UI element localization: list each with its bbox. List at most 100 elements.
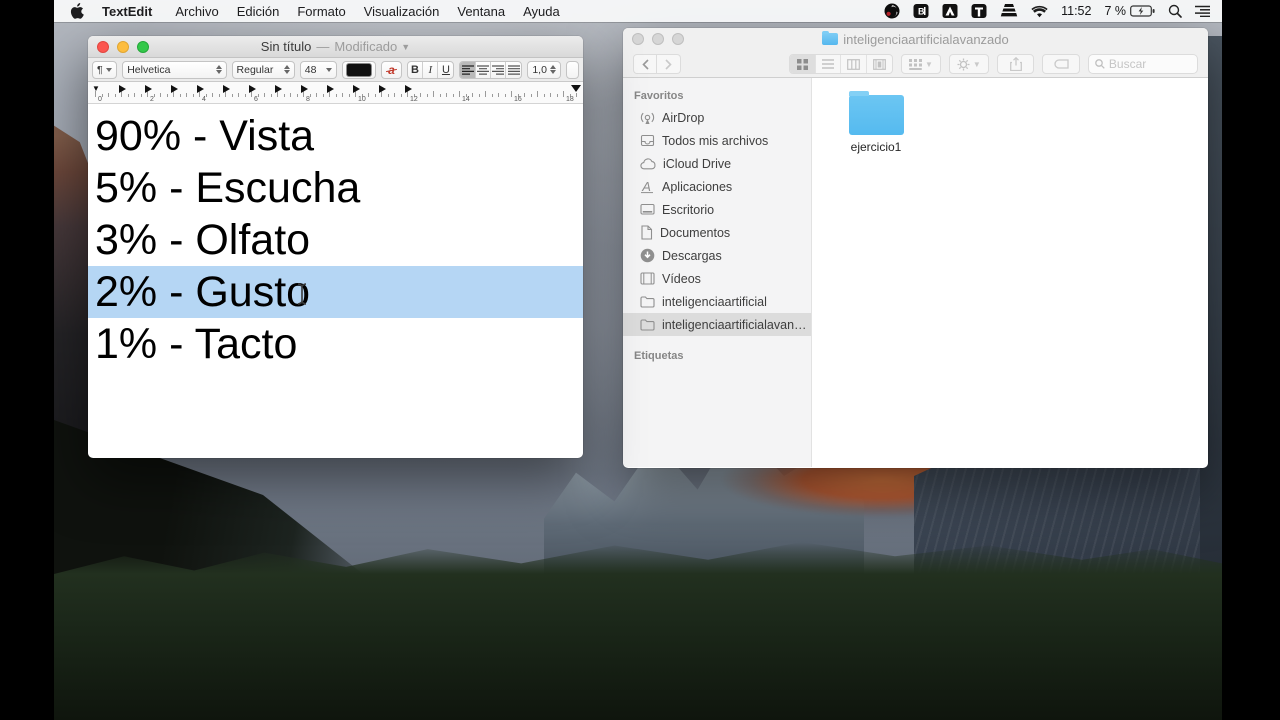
- coverflow-view-button[interactable]: [867, 55, 892, 73]
- close-button[interactable]: [97, 40, 109, 53]
- align-left-button[interactable]: [460, 61, 476, 78]
- finder-window-controls: [632, 33, 684, 45]
- tab-stop-marker[interactable]: [379, 85, 386, 93]
- tab-stop-marker[interactable]: [197, 85, 204, 93]
- text-line[interactable]: 3% - Olfato: [88, 214, 583, 266]
- menu-item-archivo[interactable]: Archivo: [166, 4, 227, 19]
- sidebar-item-label: Documentos: [660, 225, 731, 240]
- finder-content-area[interactable]: ejercicio1: [812, 78, 1208, 467]
- battery-indicator[interactable]: 7 %: [1104, 4, 1155, 18]
- obs-icon[interactable]: [884, 3, 900, 19]
- minimize-button[interactable]: [652, 33, 664, 45]
- color-swatch-black: [346, 62, 373, 77]
- arrange-button[interactable]: ▼: [900, 54, 941, 74]
- bold-button[interactable]: B: [408, 61, 424, 78]
- text-line[interactable]: 5% - Escucha: [88, 162, 583, 214]
- underline-button[interactable]: U: [438, 62, 453, 78]
- paragraph-style-button[interactable]: ¶: [92, 60, 118, 79]
- sidebar-item-label: inteligenciaartificialavan…: [662, 317, 807, 332]
- action-gear-button[interactable]: ▼: [948, 54, 989, 74]
- menu-item-formato[interactable]: Formato: [288, 4, 354, 19]
- font-style-select[interactable]: Regular: [231, 60, 295, 79]
- sidebar-item-aplicaciones[interactable]: A Aplicaciones: [623, 175, 811, 198]
- font-size-select[interactable]: 48: [299, 60, 338, 79]
- folder-icon[interactable]: [848, 91, 904, 135]
- adobe-icon[interactable]: [942, 3, 958, 19]
- folder-label: ejercicio1: [850, 140, 902, 154]
- textedit-titlebar[interactable]: Sin título — Modificado ▼: [88, 36, 583, 58]
- sidebar-item-documentos[interactable]: Documentos: [623, 221, 811, 244]
- wifi-icon[interactable]: [1031, 5, 1048, 18]
- text-line[interactable]: 90% - Vista: [88, 110, 583, 162]
- back-button[interactable]: [633, 54, 657, 74]
- sidebar-item-descargas[interactable]: Descargas: [623, 244, 811, 267]
- right-margin-marker[interactable]: [570, 85, 581, 92]
- tab-stop-marker[interactable]: [301, 85, 308, 93]
- icon-view-button[interactable]: [790, 55, 816, 73]
- ruler-number: 8: [306, 96, 310, 103]
- text-line-selected[interactable]: 2% - Gusto: [88, 266, 583, 318]
- folder-tile[interactable]: ejercicio1: [836, 90, 916, 154]
- text-color-well[interactable]: [342, 60, 377, 79]
- sidebar-item-todos-mis-archivos[interactable]: Todos mis archivos: [623, 129, 811, 152]
- line-spacing-stepper[interactable]: 1,0: [527, 60, 561, 79]
- tab-stop-marker[interactable]: [249, 85, 256, 93]
- tab-stop-marker[interactable]: [223, 85, 230, 93]
- text-style-group: B I U: [406, 60, 455, 79]
- b-app-icon[interactable]: B: [913, 3, 929, 19]
- folder-icon: [640, 295, 655, 308]
- left-margin-marker[interactable]: ▼: [92, 84, 100, 93]
- align-right-button[interactable]: [491, 61, 507, 78]
- tab-stop-marker[interactable]: [119, 85, 126, 93]
- italic-button[interactable]: I: [423, 61, 439, 78]
- tab-stop-marker[interactable]: [327, 85, 334, 93]
- app-menu-title[interactable]: TextEdit: [94, 4, 160, 19]
- t-app-icon[interactable]: [971, 3, 987, 19]
- drawer-icon[interactable]: [1000, 4, 1018, 18]
- minimize-button[interactable]: [117, 40, 129, 53]
- search-input[interactable]: Buscar: [1087, 54, 1198, 74]
- menu-item-visualización[interactable]: Visualización: [355, 4, 449, 19]
- title-chevron-icon[interactable]: ▼: [401, 42, 410, 52]
- list-style-button[interactable]: [565, 60, 579, 79]
- zoom-button[interactable]: [672, 33, 684, 45]
- tab-stop-marker[interactable]: [405, 85, 412, 93]
- align-center-button[interactable]: [476, 61, 492, 78]
- tab-stop-marker[interactable]: [171, 85, 178, 93]
- font-family-select[interactable]: Helvetica: [122, 60, 227, 79]
- ruler-tick: [498, 93, 499, 97]
- tab-stop-marker[interactable]: [275, 85, 282, 93]
- forward-button[interactable]: [657, 54, 681, 74]
- tags-button[interactable]: [1042, 54, 1080, 74]
- ruler-tick: [218, 94, 220, 97]
- highlight-color-button[interactable]: a: [381, 60, 402, 79]
- notification-center-icon[interactable]: [1195, 5, 1210, 17]
- tab-stop-marker[interactable]: [145, 85, 152, 93]
- share-button[interactable]: [996, 54, 1035, 74]
- text-editing-area[interactable]: 90% - Vista 5% - Escucha 3% - Olfato 2% - G…: [88, 104, 583, 457]
- sidebar-item-escritorio[interactable]: Escritorio: [623, 198, 811, 221]
- sidebar-item-v-deos[interactable]: Vídeos: [623, 267, 811, 290]
- list-view-button[interactable]: [816, 55, 841, 73]
- ruler-number: 4: [202, 96, 206, 103]
- menu-clock[interactable]: 11:52: [1061, 4, 1091, 18]
- apple-menu-icon[interactable]: [70, 3, 84, 19]
- menu-item-edición[interactable]: Edición: [228, 4, 289, 19]
- spotlight-icon[interactable]: [1168, 4, 1182, 18]
- close-button[interactable]: [632, 33, 644, 45]
- text-line[interactable]: 1% - Tacto: [88, 318, 583, 370]
- menu-item-ventana[interactable]: Ventana: [448, 4, 514, 19]
- sidebar-item-airdrop[interactable]: AirDrop: [623, 106, 811, 129]
- zoom-button[interactable]: [137, 40, 149, 53]
- tab-stop-marker[interactable]: [353, 85, 360, 93]
- applications-icon: A: [640, 179, 655, 194]
- menu-item-ayuda[interactable]: Ayuda: [514, 4, 569, 19]
- align-justify-button[interactable]: [506, 62, 521, 78]
- sidebar-item-icloud-drive[interactable]: iCloud Drive: [623, 152, 811, 175]
- ruler[interactable]: 0 2 4 6 8 10 12 14 16 18 ▼: [88, 82, 583, 104]
- column-view-button[interactable]: [841, 55, 867, 73]
- finder-titlebar[interactable]: inteligenciaartificialavanzado: [623, 28, 1208, 50]
- sidebar-item-inteligenciaartificialavan-[interactable]: inteligenciaartificialavan…: [623, 313, 811, 336]
- ruler-tick: [179, 94, 181, 97]
- sidebar-item-inteligenciaartificial[interactable]: inteligenciaartificial: [623, 290, 811, 313]
